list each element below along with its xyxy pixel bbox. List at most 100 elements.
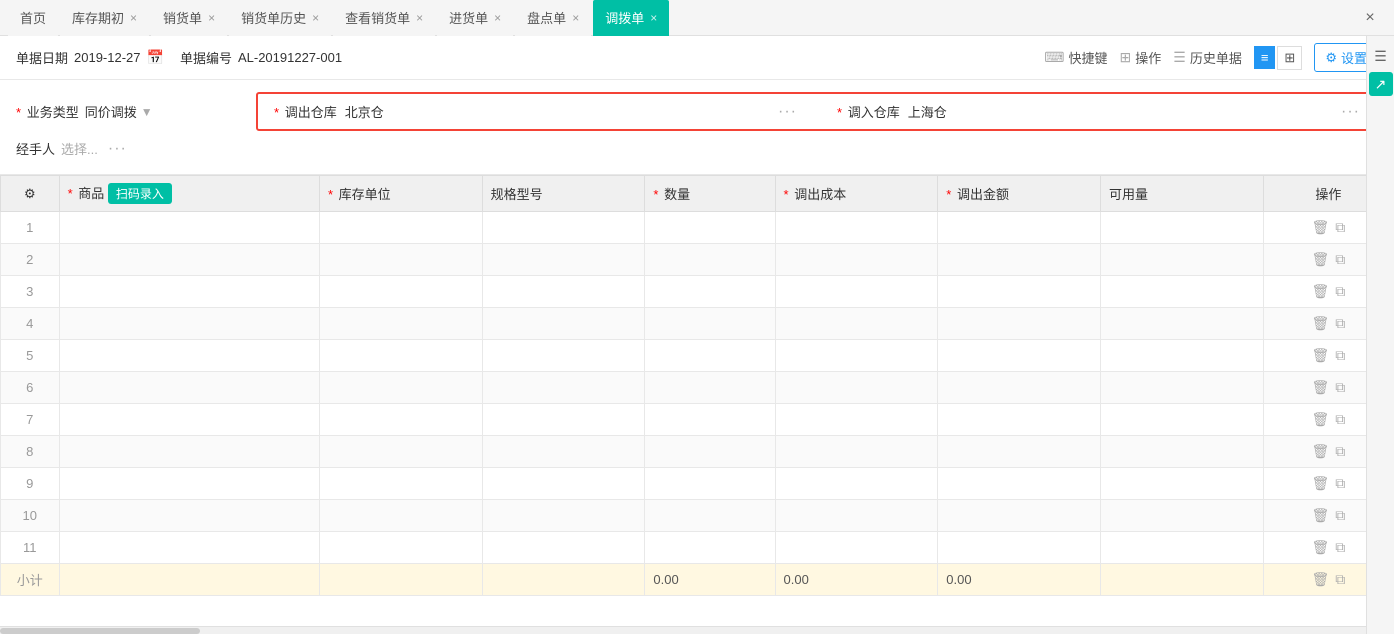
warehouse-in-more[interactable]: ··· xyxy=(1341,103,1360,121)
cell-amount[interactable] xyxy=(938,308,1101,340)
cell-amount[interactable] xyxy=(938,340,1101,372)
cell-cost[interactable] xyxy=(775,212,938,244)
cell-cost[interactable] xyxy=(775,244,938,276)
cell-product[interactable] xyxy=(59,372,319,404)
scrollbar-thumb[interactable] xyxy=(0,628,200,634)
cell-unit[interactable] xyxy=(319,372,482,404)
date-value[interactable]: 2019-12-27 xyxy=(74,50,141,65)
cell-spec[interactable] xyxy=(482,436,645,468)
delete-row-icon[interactable]: 🗑 xyxy=(1311,539,1329,556)
cell-available[interactable] xyxy=(1100,500,1263,532)
copy-row-icon[interactable]: ⧉ xyxy=(1335,315,1345,332)
cell-spec[interactable] xyxy=(482,372,645,404)
window-close-button[interactable]: × xyxy=(1354,2,1386,34)
cell-qty[interactable] xyxy=(645,212,775,244)
cell-cost[interactable] xyxy=(775,372,938,404)
copy-row-icon[interactable]: ⧉ xyxy=(1335,443,1345,460)
cell-spec[interactable] xyxy=(482,244,645,276)
cell-qty[interactable] xyxy=(645,244,775,276)
cell-unit[interactable] xyxy=(319,340,482,372)
warehouse-out-value[interactable]: 北京仓 xyxy=(345,102,770,121)
cell-amount[interactable] xyxy=(938,532,1101,564)
cell-product[interactable] xyxy=(59,276,319,308)
tab-inventory-check-close[interactable]: × xyxy=(572,12,579,24)
cell-spec[interactable] xyxy=(482,340,645,372)
side-export-icon[interactable]: ↗ xyxy=(1369,72,1393,96)
cell-product[interactable] xyxy=(59,468,319,500)
horizontal-scrollbar[interactable] xyxy=(0,626,1394,634)
delete-row-icon[interactable]: 🗑 xyxy=(1311,315,1329,332)
tab-home[interactable]: 首页 xyxy=(8,0,58,36)
calendar-icon[interactable]: 📅 xyxy=(147,49,164,66)
copy-row-icon[interactable]: ⧉ xyxy=(1335,507,1345,524)
cell-amount[interactable] xyxy=(938,372,1101,404)
copy-row-icon[interactable]: ⧉ xyxy=(1335,379,1345,396)
cell-amount[interactable] xyxy=(938,244,1101,276)
cell-unit[interactable] xyxy=(319,500,482,532)
cell-available[interactable] xyxy=(1100,468,1263,500)
cell-qty[interactable] xyxy=(645,276,775,308)
copy-row-icon[interactable]: ⧉ xyxy=(1335,475,1345,492)
cell-spec[interactable] xyxy=(482,308,645,340)
cell-product[interactable] xyxy=(59,500,319,532)
delete-row-icon[interactable]: 🗑 xyxy=(1311,379,1329,396)
cell-available[interactable] xyxy=(1100,340,1263,372)
warehouse-out-more[interactable]: ··· xyxy=(778,103,797,121)
subtotal-copy-icon[interactable]: ⧉ xyxy=(1335,571,1345,588)
tab-view-sales[interactable]: 查看销货单 × xyxy=(333,0,435,36)
handler-value[interactable]: 选择... xyxy=(61,139,98,158)
cell-product[interactable] xyxy=(59,308,319,340)
cell-available[interactable] xyxy=(1100,244,1263,276)
cell-available[interactable] xyxy=(1100,372,1263,404)
cell-amount[interactable] xyxy=(938,212,1101,244)
cell-available[interactable] xyxy=(1100,532,1263,564)
cell-spec[interactable] xyxy=(482,404,645,436)
cell-qty[interactable] xyxy=(645,500,775,532)
shortcuts-btn[interactable]: ⌨ 快捷键 xyxy=(1044,48,1107,67)
list-view-btn[interactable]: ≡ xyxy=(1254,46,1276,69)
cell-cost[interactable] xyxy=(775,532,938,564)
tab-sales-history[interactable]: 销货单历史 × xyxy=(229,0,331,36)
cell-qty[interactable] xyxy=(645,532,775,564)
handler-more[interactable]: ··· xyxy=(108,140,127,158)
cell-spec[interactable] xyxy=(482,500,645,532)
side-notes-icon[interactable]: ☰ xyxy=(1369,44,1393,68)
cell-product[interactable] xyxy=(59,244,319,276)
subtotal-delete-icon[interactable]: 🗑 xyxy=(1311,571,1329,588)
copy-row-icon[interactable]: ⧉ xyxy=(1335,251,1345,268)
cell-unit[interactable] xyxy=(319,244,482,276)
scan-entry-button[interactable]: 扫码录入 xyxy=(108,183,172,204)
delete-row-icon[interactable]: 🗑 xyxy=(1311,283,1329,300)
cell-unit[interactable] xyxy=(319,276,482,308)
cell-cost[interactable] xyxy=(775,500,938,532)
warehouse-in-value[interactable]: 上海仓 xyxy=(908,102,1333,121)
cell-unit[interactable] xyxy=(319,532,482,564)
cell-spec[interactable] xyxy=(482,276,645,308)
tab-sales-order-close[interactable]: × xyxy=(208,12,215,24)
tab-inventory-check[interactable]: 盘点单 × xyxy=(515,0,591,36)
cell-cost[interactable] xyxy=(775,308,938,340)
cell-available[interactable] xyxy=(1100,308,1263,340)
delete-row-icon[interactable]: 🗑 xyxy=(1311,219,1329,236)
cell-unit[interactable] xyxy=(319,212,482,244)
tab-transfer-order[interactable]: 调拨单 × xyxy=(593,0,669,36)
grid-view-btn[interactable]: ⊞ xyxy=(1277,46,1302,70)
cell-cost[interactable] xyxy=(775,276,938,308)
cell-qty[interactable] xyxy=(645,372,775,404)
tab-inventory-init-close[interactable]: × xyxy=(130,12,137,24)
copy-row-icon[interactable]: ⧉ xyxy=(1335,539,1345,556)
cell-available[interactable] xyxy=(1100,404,1263,436)
cell-qty[interactable] xyxy=(645,468,775,500)
copy-row-icon[interactable]: ⧉ xyxy=(1335,219,1345,236)
tab-inventory-init[interactable]: 库存期初 × xyxy=(60,0,149,36)
cell-unit[interactable] xyxy=(319,436,482,468)
cell-amount[interactable] xyxy=(938,436,1101,468)
tab-sales-order[interactable]: 销货单 × xyxy=(151,0,227,36)
tab-transfer-order-close[interactable]: × xyxy=(650,12,657,24)
cell-qty[interactable] xyxy=(645,436,775,468)
cell-spec[interactable] xyxy=(482,212,645,244)
copy-row-icon[interactable]: ⧉ xyxy=(1335,283,1345,300)
cell-qty[interactable] xyxy=(645,340,775,372)
cell-spec[interactable] xyxy=(482,468,645,500)
delete-row-icon[interactable]: 🗑 xyxy=(1311,443,1329,460)
